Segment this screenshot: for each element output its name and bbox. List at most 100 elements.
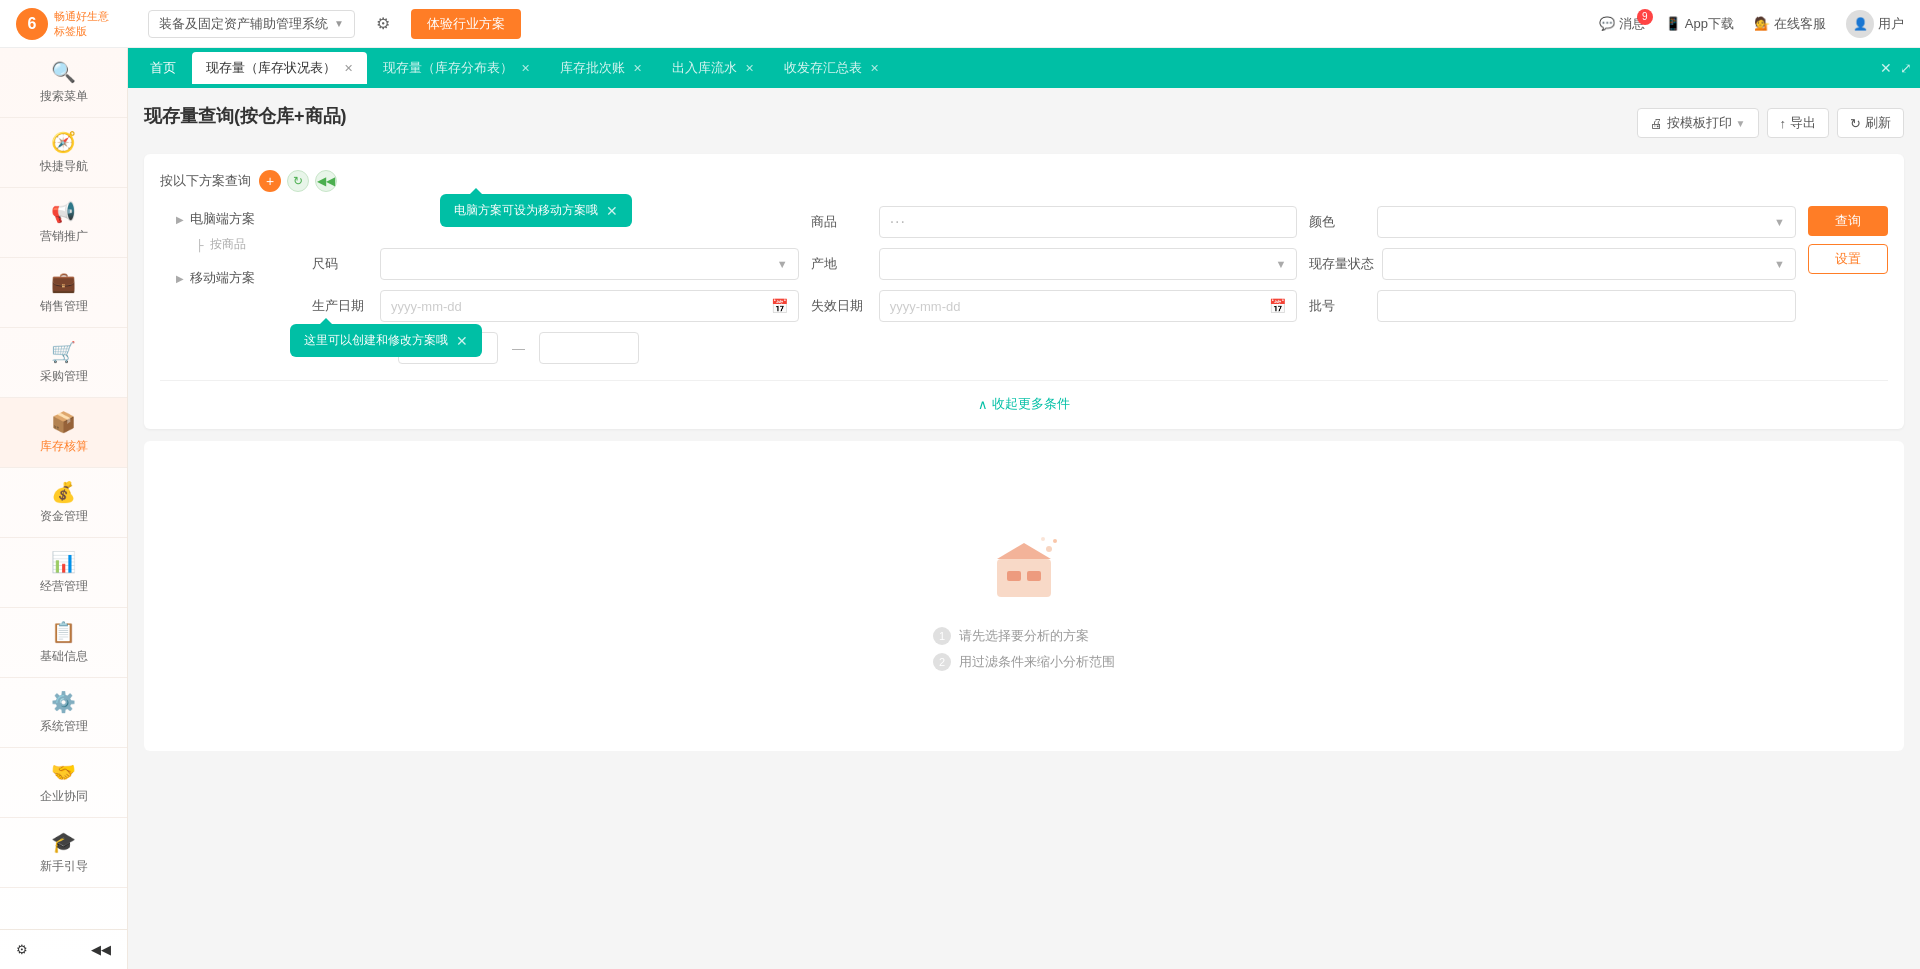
- product-select[interactable]: ···: [879, 206, 1298, 238]
- app-download-label: App下载: [1685, 15, 1734, 33]
- sidebar-item-label: 搜索菜单: [40, 88, 88, 105]
- sidebar-item-purchase[interactable]: 🛒 采购管理: [0, 328, 127, 398]
- tab5-close-icon[interactable]: ✕: [870, 62, 879, 75]
- mfg-date-placeholder: yyyy-mm-dd: [391, 299, 462, 314]
- sidebar-item-system[interactable]: ⚙️ 系统管理: [0, 678, 127, 748]
- tab1-close-icon[interactable]: ✕: [344, 62, 353, 75]
- tab-inventory-dist[interactable]: 现存量（库存分布表） ✕: [369, 52, 544, 84]
- tab-summary[interactable]: 收发存汇总表 ✕: [770, 52, 893, 84]
- mfg-date-input[interactable]: yyyy-mm-dd 📅: [380, 290, 799, 322]
- trial-button[interactable]: 体验行业方案: [411, 9, 521, 39]
- sidebar-item-label: 销售管理: [40, 298, 88, 315]
- guide-icon: 🎓: [51, 830, 76, 854]
- exp-date-input[interactable]: yyyy-mm-dd 📅: [879, 290, 1298, 322]
- collapse-label: 收起更多条件: [992, 395, 1070, 413]
- phone-icon: 📱: [1665, 16, 1681, 31]
- navigation-icon: 🧭: [51, 130, 76, 154]
- message-nav[interactable]: 💬 消息 9: [1599, 15, 1645, 33]
- size-select[interactable]: ▼: [380, 248, 799, 280]
- tab-in-out-flow[interactable]: 出入库流水 ✕: [658, 52, 768, 84]
- filter-panel: 电脑方案可设为移动方案哦 ✕ 这里可以创建和修改方案哦 ✕ 按以下方案查询 + …: [144, 154, 1904, 429]
- tree-item-label: 电脑端方案: [190, 210, 255, 228]
- collapse-sidebar-icon[interactable]: ◀◀: [91, 942, 111, 957]
- filter-rows-area: 商品 ··· 颜色 ▼: [312, 206, 1796, 370]
- exp-date-placeholder: yyyy-mm-dd: [890, 299, 961, 314]
- stock-status-chevron-icon: ▼: [1774, 258, 1785, 270]
- sidebar-item-basic-info[interactable]: 📋 基础信息: [0, 608, 127, 678]
- print-button[interactable]: 🖨 按模板打印 ▼: [1637, 108, 1759, 138]
- edit-popup-close[interactable]: ✕: [456, 333, 468, 349]
- refresh-scheme-button[interactable]: ↻: [287, 170, 309, 192]
- filter-item-color: 颜色 ▼: [1309, 206, 1796, 238]
- tab-maximize-icon[interactable]: ⤢: [1900, 60, 1912, 76]
- sidebar-item-enterprise[interactable]: 🤝 企业协同: [0, 748, 127, 818]
- sidebar: 🔍 搜索菜单 🧭 快捷导航 📢 营销推广 💼 销售管理 🛒 采购管理 📦 库存核…: [0, 48, 128, 969]
- logo-icon: 6: [16, 8, 48, 40]
- tree-item-desktop[interactable]: ▶ 电脑端方案: [168, 206, 300, 232]
- origin-label: 产地: [811, 255, 871, 273]
- sidebar-item-guide[interactable]: 🎓 新手引导: [0, 818, 127, 888]
- system-selector[interactable]: 装备及固定资产辅助管理系统 ▼: [148, 10, 355, 38]
- edit-popup-text: 这里可以创建和修改方案哦: [304, 332, 448, 349]
- sidebar-item-operations[interactable]: 📊 经营管理: [0, 538, 127, 608]
- step-1-badge: 1: [933, 627, 951, 645]
- sidebar-item-marketing[interactable]: 📢 营销推广: [0, 188, 127, 258]
- search-reset-area: 查询 设置: [1808, 206, 1888, 370]
- sidebar-item-search[interactable]: 🔍 搜索菜单: [0, 48, 127, 118]
- sidebar-item-sales[interactable]: 💼 销售管理: [0, 258, 127, 328]
- back-scheme-button[interactable]: ◀◀: [315, 170, 337, 192]
- tree-sub-label: 按商品: [210, 236, 246, 253]
- reset-button[interactable]: 设置: [1808, 244, 1888, 274]
- collapse-button[interactable]: ∧ 收起更多条件: [978, 395, 1070, 413]
- origin-select[interactable]: ▼: [879, 248, 1298, 280]
- filter-item-product: 商品 ···: [811, 206, 1298, 238]
- tree-arrow-mobile-icon: ▶: [176, 273, 184, 284]
- svg-point-5: [1053, 539, 1057, 543]
- tab-home[interactable]: 首页: [136, 52, 190, 84]
- tree-item-mobile[interactable]: ▶ 移动端方案: [168, 265, 300, 291]
- app-download-nav[interactable]: 📱 App下载: [1665, 15, 1734, 33]
- export-button[interactable]: ↑ 导出: [1767, 108, 1830, 138]
- online-support-nav[interactable]: 💁 在线客服: [1754, 15, 1826, 33]
- tab-inventory-status[interactable]: 现存量（库存状况表） ✕: [192, 52, 367, 84]
- scheme-popup-close[interactable]: ✕: [606, 203, 618, 219]
- system-name: 装备及固定资产辅助管理系统: [159, 15, 328, 33]
- color-select[interactable]: ▼: [1377, 206, 1796, 238]
- refresh-button[interactable]: ↻ 刷新: [1837, 108, 1904, 138]
- empty-text: 1 请先选择要分析的方案 2 用过滤条件来缩小分析范围: [933, 627, 1115, 671]
- settings-button[interactable]: ⚙: [367, 8, 399, 40]
- user-nav[interactable]: 👤 用户: [1846, 10, 1904, 38]
- results-area: 1 请先选择要分析的方案 2 用过滤条件来缩小分析范围: [144, 441, 1904, 751]
- tab3-close-icon[interactable]: ✕: [633, 62, 642, 75]
- filter-label: 按以下方案查询: [160, 172, 251, 190]
- tab-batch-account[interactable]: 库存批次账 ✕: [546, 52, 656, 84]
- sidebar-item-nav[interactable]: 🧭 快捷导航: [0, 118, 127, 188]
- sales-icon: 💼: [51, 270, 76, 294]
- tree-sub-warehouse[interactable]: ├ 按商品: [188, 232, 300, 257]
- settings-bottom-icon[interactable]: ⚙: [16, 942, 28, 957]
- batch-input[interactable]: [1377, 290, 1796, 322]
- sidebar-item-inventory[interactable]: 📦 库存核算: [0, 398, 127, 468]
- filter-item-batch: 批号: [1309, 290, 1796, 322]
- exp-calendar-icon: 📅: [1269, 298, 1286, 314]
- chevron-up-icon: ∧: [978, 397, 988, 412]
- stock-main-to-input[interactable]: [539, 332, 639, 364]
- enterprise-icon: 🤝: [51, 760, 76, 784]
- tab5-label: 收发存汇总表: [784, 59, 862, 77]
- top-bar: 6 畅通好生意 标签版 装备及固定资产辅助管理系统 ▼ ⚙ 体验行业方案 💬 消…: [0, 0, 1920, 48]
- filter-row-2: 尺码 ▼ 产地 ▼: [312, 248, 1796, 280]
- sidebar-item-finance[interactable]: 💰 资金管理: [0, 468, 127, 538]
- sidebar-item-label: 库存核算: [40, 438, 88, 455]
- search-button[interactable]: 查询: [1808, 206, 1888, 236]
- top-right: 💬 消息 9 📱 App下载 💁 在线客服 👤 用户: [1599, 10, 1904, 38]
- edit-popup: 这里可以创建和修改方案哦 ✕: [290, 324, 482, 357]
- tab2-close-icon[interactable]: ✕: [521, 62, 530, 75]
- empty-text-item-2: 2 用过滤条件来缩小分析范围: [933, 653, 1115, 671]
- stock-status-select[interactable]: ▼: [1382, 248, 1796, 280]
- tab4-close-icon[interactable]: ✕: [745, 62, 754, 75]
- filter-item-stock-status: 现存量状态 ▼: [1309, 248, 1796, 280]
- filter-item-exp-date: 失效日期 yyyy-mm-dd 📅: [811, 290, 1298, 322]
- add-scheme-button[interactable]: +: [259, 170, 281, 192]
- sidebar-item-label: 新手引导: [40, 858, 88, 875]
- tab-close-all-icon[interactable]: ✕: [1880, 60, 1892, 76]
